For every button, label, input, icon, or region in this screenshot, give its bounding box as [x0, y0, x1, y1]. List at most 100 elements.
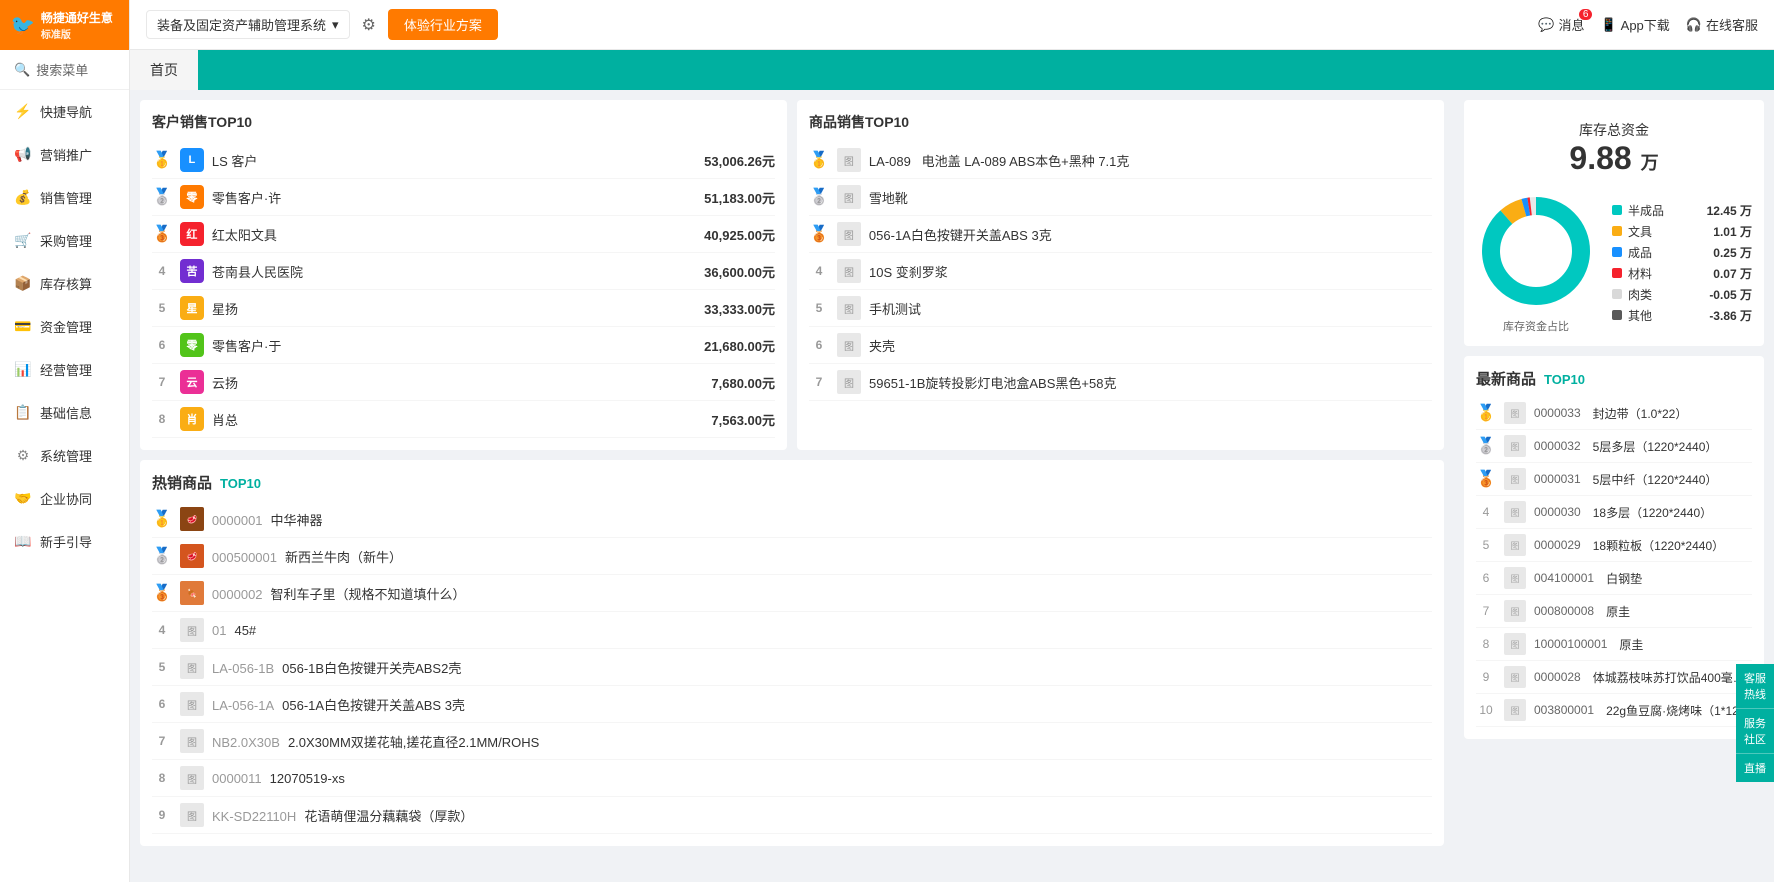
product-rank-item-5: 5 图 手机测试: [809, 290, 1432, 327]
sidebar-item-system[interactable]: ⚙ 系统管理: [0, 434, 129, 477]
customer-avatar-3: 红: [180, 222, 204, 246]
customer-value-1: 53,006.26元: [704, 151, 775, 170]
new-products-header: 最新商品 TOP10: [1476, 368, 1752, 389]
customer-avatar-1: L: [180, 148, 204, 172]
new-product-item-10: 10 图 003800001 22g鱼豆腐·烧烤味（1*12*20）: [1476, 694, 1752, 727]
sidebar-label-operations: 经营管理: [40, 360, 92, 379]
hot-products-header: 热销商品 TOP10: [152, 472, 1432, 493]
sidebar-item-operations[interactable]: 📊 经营管理: [0, 348, 129, 391]
sidebar-item-sales[interactable]: 💰 销售管理: [0, 176, 129, 219]
hot-product-name-8: 000001112070519-xs: [212, 771, 1432, 786]
new-product-img-7: 图: [1504, 600, 1526, 622]
product-img-4: 图: [837, 259, 861, 283]
sidebar-item-guide[interactable]: 📖 新手引导: [0, 520, 129, 563]
new-product-item-4: 4 图 0000030 18多层（1220*2440）: [1476, 496, 1752, 529]
legend-value-other: -3.86 万: [1709, 307, 1752, 324]
float-btn-live[interactable]: 直播: [1736, 754, 1774, 782]
new-products-title: 最新商品: [1476, 368, 1536, 389]
new-product-item-5: 5 图 0000029 18颗粒板（1220*2440）: [1476, 529, 1752, 562]
hot-product-name-7: NB2.0X30B2.0X30MM双搓花轴,搓花直径2.1MM/ROHS: [212, 732, 1432, 751]
customer-rank-item-6: 6 零 零售客户·于 21,680.00元: [152, 327, 775, 364]
app-download-button[interactable]: 📱 App下载: [1600, 15, 1669, 34]
customer-name-7: 云扬: [212, 373, 703, 392]
hot-img-3: 🍖: [180, 581, 204, 605]
customer-value-3: 40,925.00元: [704, 225, 775, 244]
new-product-img-3: 图: [1504, 468, 1526, 490]
product-rank-item-1: 图 LA-089 电池盖 LA-089 ABS本色+黑种 7.1克: [809, 142, 1432, 179]
customer-rank-item-1: L LS 客户 53,006.26元: [152, 142, 775, 179]
hot-products-list: 🥩 0000001中华神器 🥩 000500001新西兰牛肉（新牛） 🍖 000…: [152, 501, 1432, 834]
inventory-donut-chart: [1476, 191, 1596, 311]
product-img-5: 图: [837, 296, 861, 320]
new-product-medal-3: [1476, 469, 1496, 489]
hot-img-1: 🥩: [180, 507, 204, 531]
hot-product-item-7: 7 图 NB2.0X30B2.0X30MM双搓花轴,搓花直径2.1MM/ROHS: [152, 723, 1432, 760]
product-name-4: 10S 变刹罗浆: [869, 262, 1432, 281]
float-btn-community[interactable]: 服务社区: [1736, 709, 1774, 754]
inventory-icon: 📦: [14, 275, 32, 293]
legend-dot-other: [1612, 310, 1622, 320]
sidebar-item-finance[interactable]: 💳 资金管理: [0, 305, 129, 348]
product-medal-bronze: [809, 224, 829, 244]
chevron-down-icon: ▾: [332, 17, 339, 33]
basic-info-icon: 📋: [14, 404, 32, 422]
dashboard: 客户销售TOP10 L LS 客户 53,006.26元 零 零售客户·许: [130, 90, 1774, 882]
online-service-button[interactable]: 🎧 在线客服: [1686, 15, 1758, 34]
trial-button[interactable]: 体验行业方案: [388, 9, 498, 40]
sidebar-label-purchase: 采购管理: [40, 231, 92, 250]
sidebar-label-marketing: 营销推广: [40, 145, 92, 164]
marketing-icon: 📢: [14, 146, 32, 164]
new-product-name-5: 18颗粒板（1220*2440）: [1593, 537, 1752, 554]
new-product-code-1: 0000033: [1534, 406, 1581, 420]
product-img-2: 图: [837, 185, 861, 209]
legend-item-meat: 肉类 -0.05 万: [1612, 284, 1752, 305]
product-name-2: 雪地靴: [869, 188, 1432, 207]
hot-product-item-2: 🥩 000500001新西兰牛肉（新牛）: [152, 538, 1432, 575]
sidebar-item-basic-info[interactable]: 📋 基础信息: [0, 391, 129, 434]
tab-home[interactable]: 首页: [130, 50, 198, 90]
system-name: 装备及固定资产辅助管理系统: [157, 15, 326, 34]
new-product-img-6: 图: [1504, 567, 1526, 589]
legend-name-meat: 肉类: [1628, 286, 1703, 303]
float-buttons: 客服热线 服务社区 直播: [1736, 664, 1774, 782]
logo-icon: 🐦: [10, 13, 35, 38]
new-product-item-9: 9 图 0000028 体城荔枝味苏打饮品400毫升（1*15）: [1476, 661, 1752, 694]
sidebar-item-quicknav[interactable]: ⚡ 快捷导航: [0, 90, 129, 133]
new-product-img-10: 图: [1504, 699, 1526, 721]
product-rank-list: 图 LA-089 电池盖 LA-089 ABS本色+黑种 7.1克 图 雪地靴 …: [809, 142, 1432, 401]
search-icon: 🔍: [14, 62, 30, 78]
sidebar-item-collaboration[interactable]: 🤝 企业协同: [0, 477, 129, 520]
message-button[interactable]: 💬 消息 6: [1538, 15, 1584, 34]
product-name-3: 056-1A白色按键开关盖ABS 3克: [869, 225, 1432, 244]
sidebar-item-inventory[interactable]: 📦 库存核算: [0, 262, 129, 305]
legend-value-finished: 0.25 万: [1713, 244, 1752, 261]
new-product-medal-1: [1476, 403, 1496, 423]
new-product-name-2: 5层多层（1220*2440）: [1593, 438, 1752, 455]
legend-item-other: 其他 -3.86 万: [1612, 305, 1752, 326]
product-name-6: 夹壳: [869, 336, 1432, 355]
topbar-right: 💬 消息 6 📱 App下载 🎧 在线客服: [1538, 15, 1758, 34]
hot-products-subtitle: TOP10: [220, 476, 261, 491]
quicknav-icon: ⚡: [14, 103, 32, 121]
new-product-code-6: 004100001: [1534, 571, 1594, 585]
new-product-item-1: 图 0000033 封边带（1.0*22）: [1476, 397, 1752, 430]
sidebar-item-marketing[interactable]: 📢 营销推广: [0, 133, 129, 176]
new-product-img-4: 图: [1504, 501, 1526, 523]
customer-value-6: 21,680.00元: [704, 336, 775, 355]
product-img-1: 图: [837, 148, 861, 172]
product-ranking-label: 商品销售TOP10: [809, 112, 909, 132]
hot-img-6: 图: [180, 692, 204, 716]
new-product-img-2: 图: [1504, 435, 1526, 457]
hot-product-item-1: 🥩 0000001中华神器: [152, 501, 1432, 538]
customer-value-4: 36,600.00元: [704, 262, 775, 281]
hot-product-name-2: 000500001新西兰牛肉（新牛）: [212, 547, 1432, 566]
system-selector[interactable]: 装备及固定资产辅助管理系统 ▾: [146, 10, 350, 39]
sidebar-item-purchase[interactable]: 🛒 采购管理: [0, 219, 129, 262]
new-products-card: 最新商品 TOP10 图 0000033 封边带（1.0*22） 图 00000…: [1464, 356, 1764, 739]
new-product-name-4: 18多层（1220*2440）: [1593, 504, 1752, 521]
settings-icon[interactable]: ⚙: [362, 15, 376, 35]
search-menu[interactable]: 🔍 搜索菜单: [0, 50, 129, 90]
float-btn-service[interactable]: 客服热线: [1736, 664, 1774, 709]
hot-products-title: 热销商品: [152, 472, 212, 493]
new-product-code-10: 003800001: [1534, 703, 1594, 717]
